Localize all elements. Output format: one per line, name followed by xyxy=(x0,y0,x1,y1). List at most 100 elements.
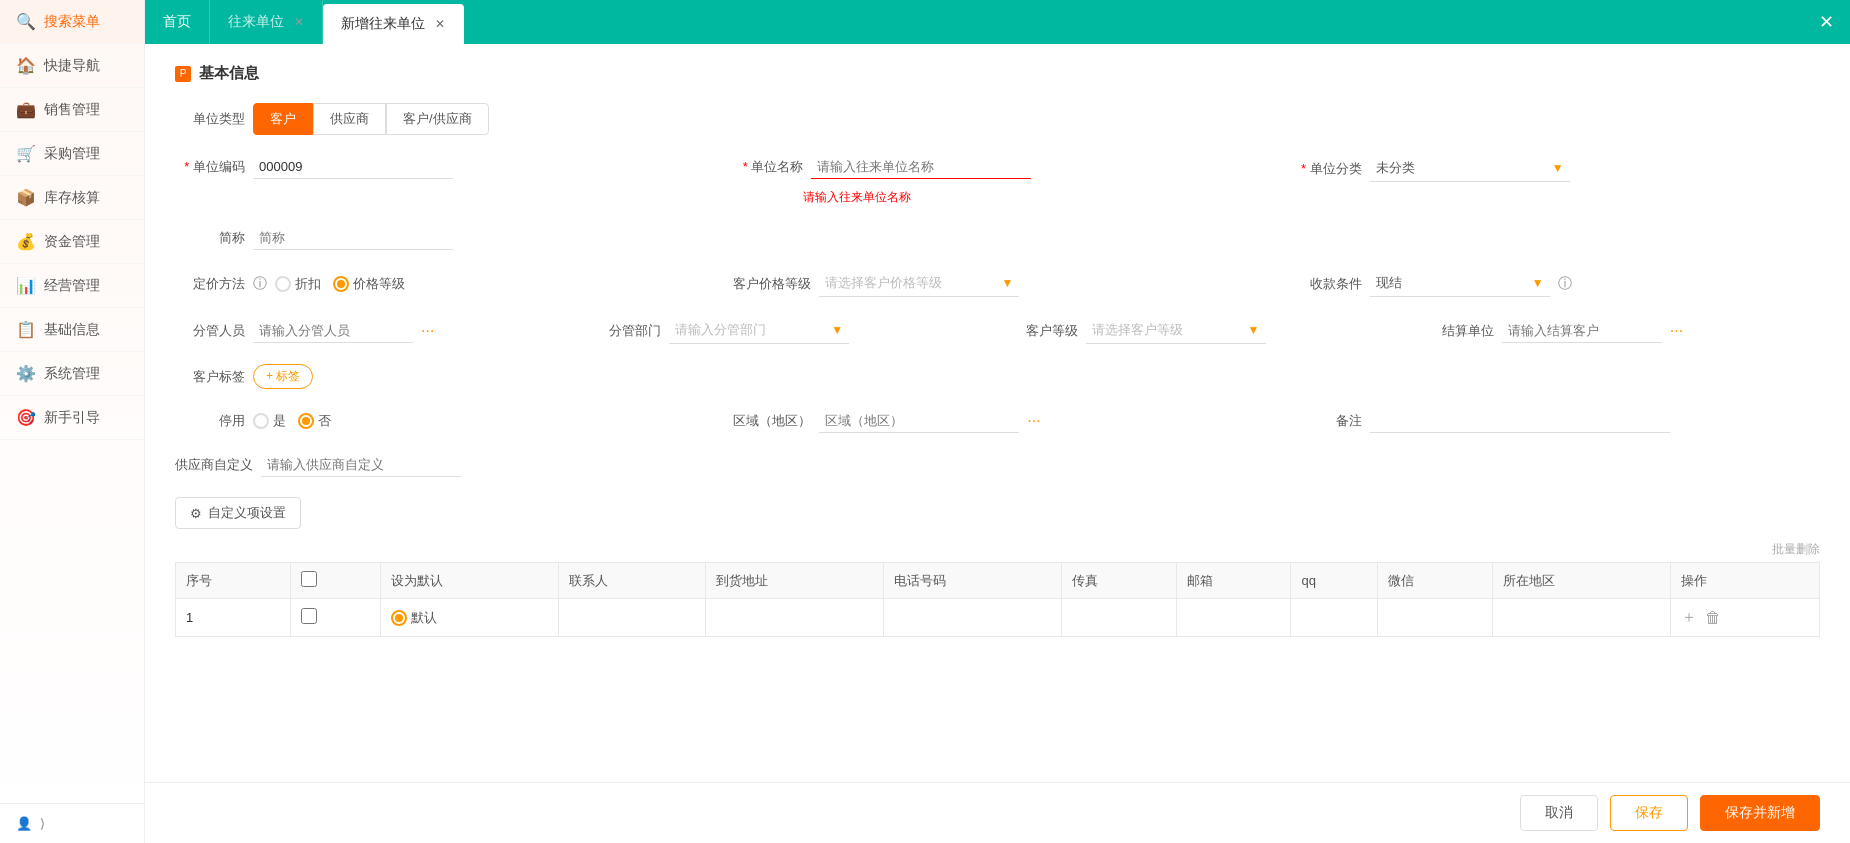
row-wechat xyxy=(1378,599,1493,637)
row-contact xyxy=(559,599,705,637)
sidebar-item-guide[interactable]: 🎯 新手引导 xyxy=(0,396,144,440)
home-icon: 🏠 xyxy=(16,56,36,75)
tab-bar: 首页 往来单位 ✕ 新增往来单位 ✕ ✕ xyxy=(145,0,1850,44)
customer-level-label: 客户等级 xyxy=(1008,322,1078,340)
disabled-radio-group: 是 否 xyxy=(253,412,331,430)
unit-name-label: 单位名称 xyxy=(733,158,803,176)
sidebar-item-basic[interactable]: 📋 基础信息 xyxy=(0,308,144,352)
supplier-custom-input[interactable] xyxy=(261,453,461,477)
col-default: 设为默认 xyxy=(381,563,559,599)
sidebar-item-system[interactable]: ⚙️ 系统管理 xyxy=(0,352,144,396)
section-title: 基本信息 xyxy=(199,64,259,83)
customer-tag-label: 客户标签 xyxy=(175,368,245,386)
sidebar-item-finance[interactable]: 💰 资金管理 xyxy=(0,220,144,264)
tab-home[interactable]: 首页 xyxy=(145,0,210,44)
region-dots-btn[interactable]: ··· xyxy=(1027,412,1040,430)
settlement-dots-btn[interactable]: ··· xyxy=(1670,322,1683,340)
level-radio-circle xyxy=(333,276,349,292)
type-btn-supplier[interactable]: 供应商 xyxy=(313,103,386,135)
customer-level-group: 客户等级 请选择客户等级 ▼ xyxy=(1008,317,1404,344)
region-label: 区域（地区） xyxy=(733,412,811,430)
sidebar: 🔍 搜索菜单 🏠 快捷导航 💼 销售管理 🛒 采购管理 📦 库存核算 💰 资金管… xyxy=(0,0,145,843)
col-fax: 传真 xyxy=(1062,563,1177,599)
search-icon: 🔍 xyxy=(16,12,36,31)
payment-info-icon[interactable]: ⓘ xyxy=(1558,275,1572,293)
disabled-no-radio[interactable]: 否 xyxy=(298,412,331,430)
unit-code-label: 单位编码 xyxy=(175,158,245,176)
unit-code-group: 单位编码 xyxy=(175,155,703,179)
row-add-button[interactable]: ＋ xyxy=(1681,607,1697,628)
default-radio[interactable]: 默认 xyxy=(391,609,548,627)
save-button[interactable]: 保存 xyxy=(1610,795,1688,831)
guide-icon: 🎯 xyxy=(16,408,36,427)
custom-settings-button[interactable]: ⚙ 自定义项设置 xyxy=(175,497,301,529)
pricing-info-icon[interactable]: ⓘ xyxy=(253,275,267,293)
pricing-level-radio[interactable]: 价格等级 xyxy=(333,275,405,293)
cancel-button[interactable]: 取消 xyxy=(1520,795,1598,831)
save-add-button[interactable]: 保存并新增 xyxy=(1700,795,1820,831)
dept-arrow-icon: ▼ xyxy=(831,323,843,337)
unit-name-input[interactable] xyxy=(811,155,1031,179)
section-header: P 基本信息 xyxy=(175,64,1820,83)
sidebar-item-inventory[interactable]: 📦 库存核算 xyxy=(0,176,144,220)
select-all-checkbox[interactable] xyxy=(301,571,317,587)
disabled-yes-radio[interactable]: 是 xyxy=(253,412,286,430)
short-name-input[interactable] xyxy=(253,226,453,250)
pricing-row: 定价方法 ⓘ 折扣 价格等级 客户价格等级 请选择客户价格等级 xyxy=(175,270,1820,297)
department-select[interactable]: 请输入分管部门 ▼ xyxy=(669,317,849,344)
category-arrow-icon: ▼ xyxy=(1552,161,1564,175)
system-icon: ⚙️ xyxy=(16,364,36,383)
window-close-button[interactable]: ✕ xyxy=(1803,0,1850,44)
row-action-buttons: ＋ 🗑 xyxy=(1681,607,1809,628)
sales-icon: 💼 xyxy=(16,100,36,119)
no-radio-circle xyxy=(298,413,314,429)
unit-category-select[interactable]: 未分类 ▼ xyxy=(1370,155,1570,182)
tab-new-partner-close[interactable]: ✕ xyxy=(435,17,445,31)
yes-radio-circle xyxy=(253,413,269,429)
unit-main-row: 单位编码 单位名称 请输入往来单位名称 单位分类 未分类 ▼ xyxy=(175,155,1820,206)
short-name-row: 简称 xyxy=(175,226,1820,250)
short-name-group: 简称 xyxy=(175,226,1820,250)
settings-gear-icon: ⚙ xyxy=(190,506,202,521)
col-phone: 电话号码 xyxy=(883,563,1061,599)
settlement-unit-input[interactable] xyxy=(1502,319,1662,343)
disabled-row: 停用 是 否 区域（地区） ··· 备注 xyxy=(175,409,1820,433)
sidebar-item-shortcut[interactable]: 🏠 快捷导航 xyxy=(0,44,144,88)
region-group: 区域（地区） ··· xyxy=(733,409,1261,433)
manager-input[interactable] xyxy=(253,319,413,343)
add-tag-button[interactable]: + 标签 xyxy=(253,364,313,389)
pricing-method-label: 定价方法 xyxy=(175,275,245,293)
form-content: P 基本信息 单位类型 客户 供应商 客户/供应商 单位编码 单位名称 xyxy=(145,44,1850,782)
row-checkbox[interactable] xyxy=(301,608,317,624)
type-btn-customer[interactable]: 客户 xyxy=(253,103,313,135)
col-address: 到货地址 xyxy=(705,563,883,599)
batch-delete-button[interactable]: 批量删除 xyxy=(1772,541,1820,558)
sidebar-item-operation[interactable]: 📊 经营管理 xyxy=(0,264,144,308)
customer-price-level-select[interactable]: 请选择客户价格等级 ▼ xyxy=(819,270,1019,297)
pricing-discount-radio[interactable]: 折扣 xyxy=(275,275,321,293)
default-radio-circle xyxy=(391,610,407,626)
inventory-icon: 📦 xyxy=(16,188,36,207)
payment-terms-select[interactable]: 现结 ▼ xyxy=(1370,270,1550,297)
region-input[interactable] xyxy=(819,409,1019,433)
type-btn-both[interactable]: 客户/供应商 xyxy=(386,103,489,135)
unit-type-group: 单位类型 客户 供应商 客户/供应商 xyxy=(175,103,1820,135)
payment-terms-label: 收款条件 xyxy=(1292,275,1362,293)
sidebar-item-purchase[interactable]: 🛒 采购管理 xyxy=(0,132,144,176)
remark-input[interactable] xyxy=(1370,409,1670,433)
customer-level-select[interactable]: 请选择客户等级 ▼ xyxy=(1086,317,1266,344)
section-icon: P xyxy=(175,66,191,82)
sidebar-item-sales[interactable]: 💼 销售管理 xyxy=(0,88,144,132)
row-delete-button[interactable]: 🗑 xyxy=(1705,609,1721,627)
tab-new-partner[interactable]: 新增往来单位 ✕ xyxy=(323,4,464,44)
sidebar-item-search[interactable]: 🔍 搜索菜单 xyxy=(0,0,144,44)
col-action: 操作 xyxy=(1670,563,1819,599)
tab-partner[interactable]: 往来单位 ✕ xyxy=(210,0,323,44)
tab-partner-close[interactable]: ✕ xyxy=(294,15,304,29)
manager-label: 分管人员 xyxy=(175,322,245,340)
customer-tag-group: 客户标签 + 标签 xyxy=(175,364,1820,389)
manager-dots-btn[interactable]: ··· xyxy=(421,322,434,340)
contacts-table: 序号 设为默认 联系人 到货地址 电话号码 传真 邮箱 qq 微信 所在地区 操… xyxy=(175,562,1820,637)
unit-code-input[interactable] xyxy=(253,155,453,179)
remark-label: 备注 xyxy=(1292,412,1362,430)
